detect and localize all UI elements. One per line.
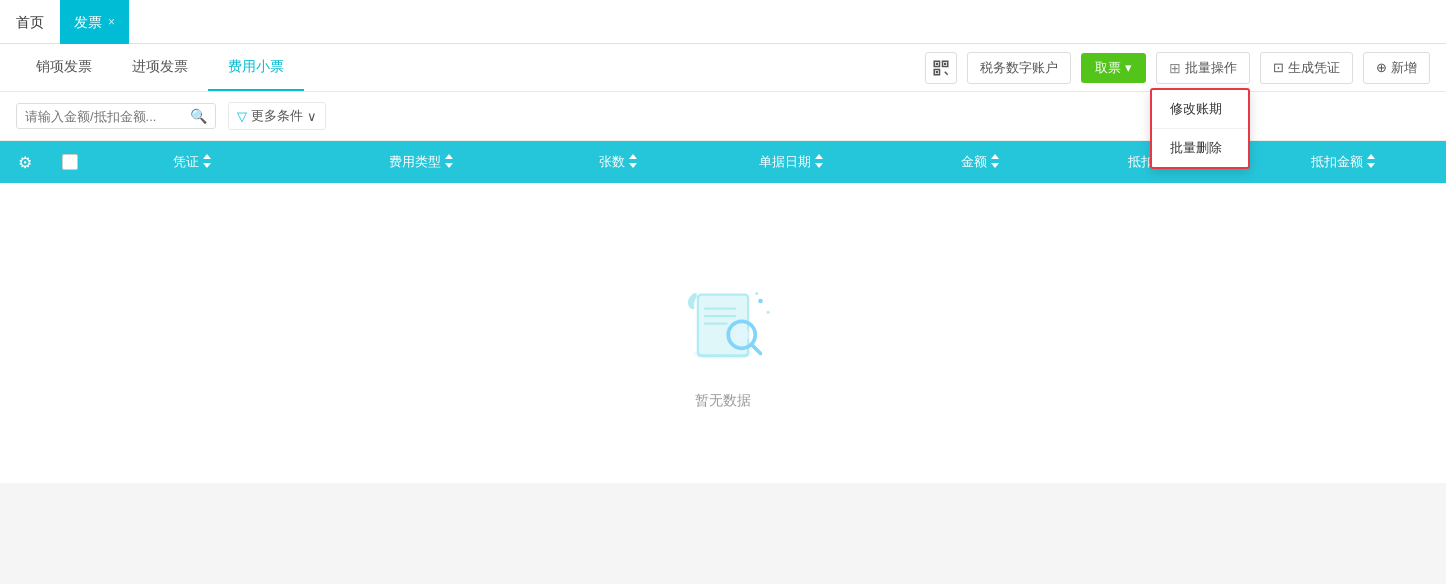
add-label: 新增	[1391, 59, 1417, 77]
get-ticket-arrow: ▾	[1125, 60, 1132, 75]
svg-marker-12	[203, 163, 211, 168]
empty-state-text: 暂无数据	[695, 392, 751, 410]
th-voucher[interactable]: 凭证	[90, 141, 295, 183]
svg-marker-19	[991, 154, 999, 159]
svg-rect-4	[944, 62, 946, 64]
batch-delete-item[interactable]: 批量删除	[1152, 128, 1248, 167]
batch-label: 批量操作	[1185, 59, 1237, 77]
search-icon[interactable]: 🔍	[190, 108, 207, 124]
qrcode-button[interactable]	[925, 52, 957, 84]
svg-marker-17	[815, 154, 823, 159]
tab-purchase[interactable]: 进项发票	[112, 44, 208, 91]
add-button[interactable]: ⊕ 新增	[1363, 52, 1430, 84]
sub-tabs: 销项发票 进项发票 费用小票	[16, 44, 304, 91]
th-checkbox[interactable]	[50, 141, 90, 183]
more-conditions-button[interactable]: ▽ 更多条件 ∨	[228, 102, 326, 130]
th-gear[interactable]: ⚙	[0, 141, 50, 183]
batch-operations-button[interactable]: ⊞ 批量操作	[1156, 52, 1250, 84]
batch-dropdown-menu: 修改账期 批量删除	[1150, 88, 1250, 169]
generate-voucher-button[interactable]: ⊡ 生成凭证	[1260, 52, 1353, 84]
svg-marker-15	[629, 154, 637, 159]
svg-point-36	[755, 292, 758, 295]
invoice-tab[interactable]: 发票 ×	[60, 0, 129, 44]
svg-marker-11	[203, 154, 211, 159]
filter-icon: ▽	[237, 109, 247, 124]
batch-operations-wrapper: ⊞ 批量操作 修改账期 批量删除	[1156, 52, 1250, 84]
th-amount[interactable]: 金额	[894, 141, 1067, 183]
svg-point-32	[734, 327, 749, 342]
empty-state-icon	[663, 256, 783, 376]
gear-icon[interactable]: ⚙	[18, 153, 32, 172]
svg-point-34	[758, 299, 763, 304]
invoice-tab-label: 发票	[74, 0, 102, 44]
generate-voucher-icon: ⊡	[1273, 60, 1284, 75]
svg-marker-14	[445, 163, 453, 168]
th-count[interactable]: 张数	[547, 141, 689, 183]
svg-line-10	[945, 71, 948, 74]
svg-marker-24	[1367, 163, 1375, 168]
svg-rect-3	[936, 62, 938, 64]
deduction-amount-sort-icon	[1366, 154, 1376, 171]
content-area: 暂无数据	[0, 183, 1446, 483]
search-input-wrap: 🔍	[16, 103, 216, 129]
select-all-checkbox[interactable]	[62, 154, 78, 170]
th-date[interactable]: 单据日期	[689, 141, 894, 183]
th-deduction-amount[interactable]: 抵扣金额	[1241, 141, 1446, 183]
invoice-tab-close[interactable]: ×	[108, 0, 115, 44]
expense-type-sort-icon	[444, 154, 454, 171]
batch-icon: ⊞	[1169, 60, 1181, 76]
more-conditions-label: 更多条件	[251, 107, 303, 125]
modify-period-item[interactable]: 修改账期	[1152, 90, 1248, 128]
toolbar: 税务数字账户 取票 ▾ ⊞ 批量操作 修改账期 批量删除 ⊡ 生成凭证	[925, 52, 1430, 84]
search-input[interactable]	[25, 109, 190, 124]
svg-point-35	[767, 311, 770, 314]
home-tab[interactable]: 首页	[0, 0, 60, 44]
get-ticket-button[interactable]: 取票 ▾	[1081, 53, 1146, 83]
svg-marker-20	[991, 163, 999, 168]
svg-line-33	[752, 345, 761, 354]
date-sort-icon	[814, 154, 824, 171]
amount-sort-icon	[990, 154, 1000, 171]
tax-account-button[interactable]: 税务数字账户	[967, 52, 1071, 84]
svg-marker-18	[815, 163, 823, 168]
tab-expense[interactable]: 费用小票	[208, 44, 304, 91]
voucher-sort-icon	[202, 154, 212, 171]
svg-marker-16	[629, 163, 637, 168]
tab-sales[interactable]: 销项发票	[16, 44, 112, 91]
svg-rect-5	[936, 71, 938, 73]
count-sort-icon	[628, 154, 638, 171]
add-icon: ⊕	[1376, 60, 1387, 75]
svg-marker-23	[1367, 154, 1375, 159]
more-conditions-arrow: ∨	[307, 109, 317, 124]
svg-marker-13	[445, 154, 453, 159]
generate-voucher-label: 生成凭证	[1288, 59, 1340, 77]
th-expense-type[interactable]: 费用类型	[295, 141, 547, 183]
svg-rect-27	[699, 296, 747, 355]
